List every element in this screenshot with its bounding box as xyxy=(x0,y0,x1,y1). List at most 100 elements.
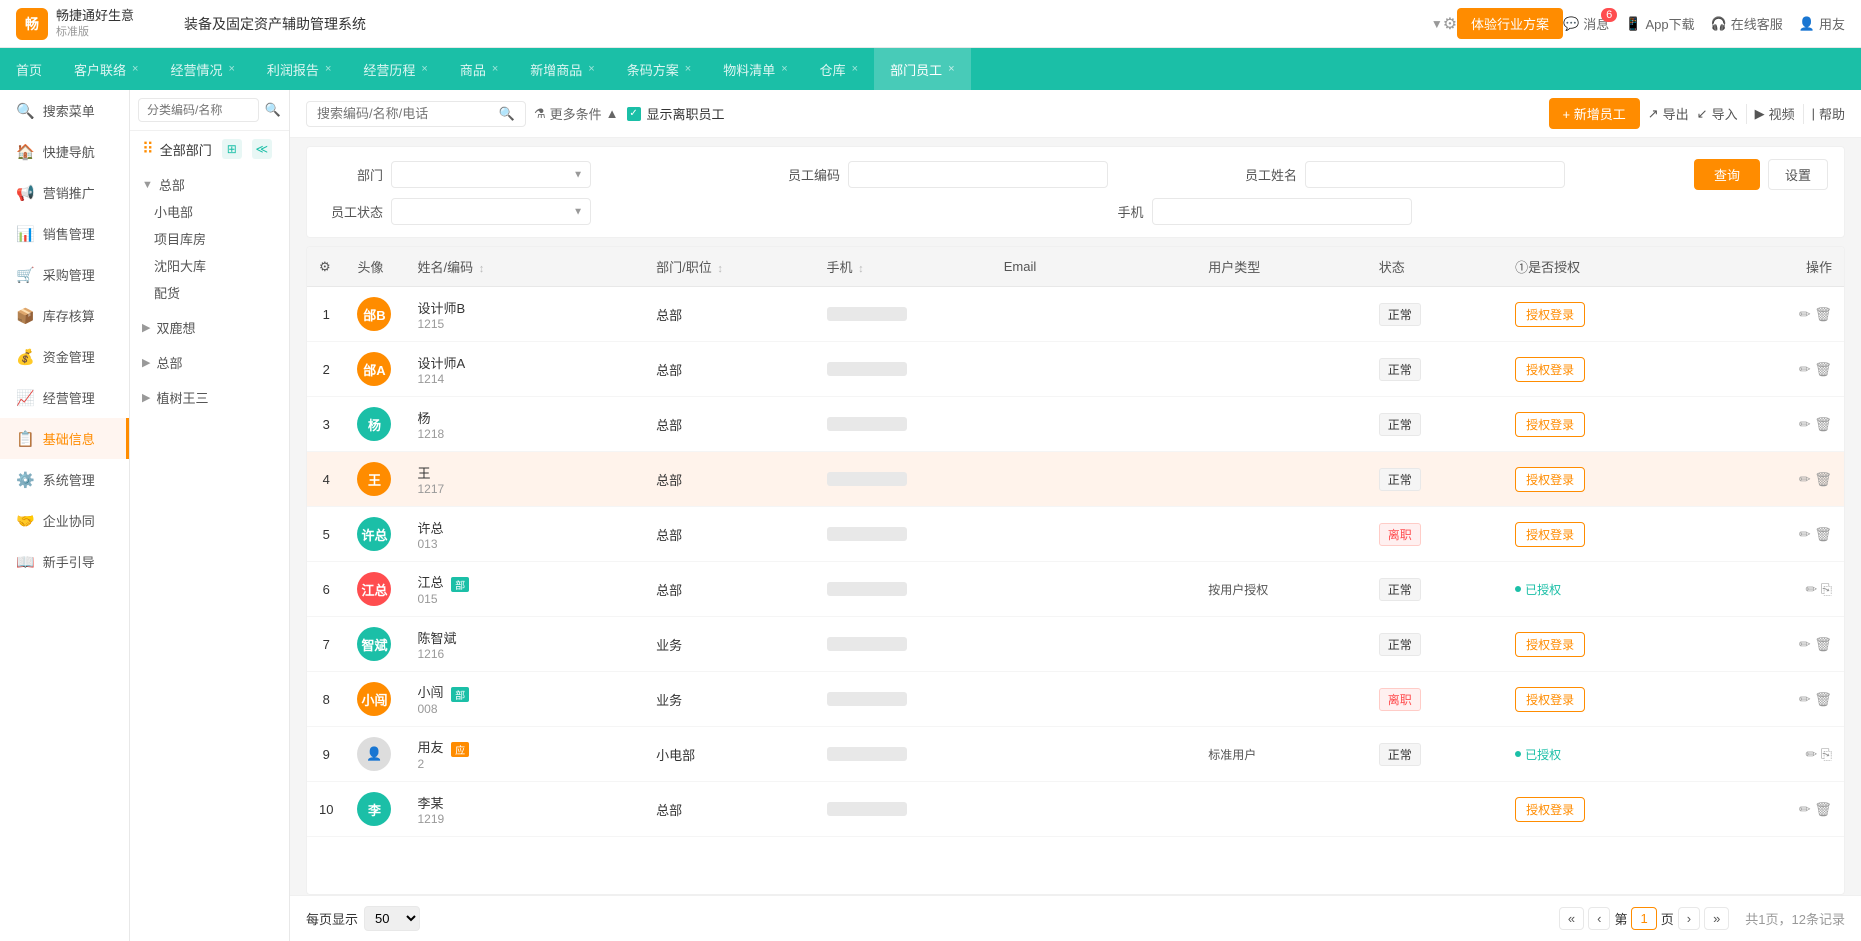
tab-new-goods[interactable]: 新增商品× xyxy=(514,48,610,90)
edit-icon[interactable]: ✏ xyxy=(1799,361,1811,377)
delete-icon[interactable]: 🗑 xyxy=(1814,361,1832,377)
sidebar-item-finance[interactable]: 💰 资金管理 xyxy=(0,336,129,377)
edit-icon[interactable]: ✏ xyxy=(1799,416,1811,432)
online-service-button[interactable]: 🎧 在线客服 xyxy=(1711,14,1783,33)
import-button[interactable]: ↙ 导入 xyxy=(1697,104,1738,123)
sidebar-item-search[interactable]: 🔍 搜索菜单 xyxy=(0,90,129,131)
close-goods-tab[interactable]: × xyxy=(492,63,498,75)
dept-group-slx-label[interactable]: ▶ 双鹿想 xyxy=(130,314,289,341)
col-dept[interactable]: 部门/职位 ↕ xyxy=(644,247,814,287)
copy-icon[interactable]: ⎘ xyxy=(1821,746,1832,762)
auth-login-btn[interactable]: 授权登录 xyxy=(1515,467,1585,492)
sidebar-item-home[interactable]: 🏠 快捷导航 xyxy=(0,131,129,172)
close-operation-tab[interactable]: × xyxy=(228,63,234,75)
delete-icon[interactable]: 🗑 xyxy=(1814,801,1832,817)
sidebar-item-sales[interactable]: 📊 销售管理 xyxy=(0,213,129,254)
dept-child-ph[interactable]: 配货 xyxy=(130,279,289,306)
sidebar-item-guide[interactable]: 📖 新手引导 xyxy=(0,541,129,582)
more-filter-btn[interactable]: ⚗ 更多条件 ▲ xyxy=(534,104,619,123)
col-settings[interactable]: ⚙ xyxy=(307,247,345,287)
sidebar-item-management[interactable]: 📈 经营管理 xyxy=(0,377,129,418)
delete-icon[interactable]: 🗑 xyxy=(1814,691,1832,707)
auth-login-btn[interactable]: 授权登录 xyxy=(1515,357,1585,382)
prev-page-btn[interactable]: ‹ xyxy=(1588,907,1610,930)
dept-group-zswz-label[interactable]: ▶ 植树王三 xyxy=(130,384,289,411)
dept-select[interactable] xyxy=(391,161,591,188)
delete-icon[interactable]: 🗑 xyxy=(1814,416,1832,432)
dept-collapse-btn[interactable]: ⊞ xyxy=(222,139,242,159)
tab-barcode[interactable]: 条码方案× xyxy=(611,48,707,90)
edit-icon[interactable]: ✏ xyxy=(1799,801,1811,817)
set-button[interactable]: 设置 xyxy=(1768,159,1828,190)
sidebar-item-purchase[interactable]: 🛒 采购管理 xyxy=(0,254,129,295)
auth-login-btn[interactable]: 授权登录 xyxy=(1515,522,1585,547)
app-download-button[interactable]: 📱 App下载 xyxy=(1625,14,1694,33)
tab-operation[interactable]: 经营情况× xyxy=(154,48,250,90)
edit-icon[interactable]: ✏ xyxy=(1799,526,1811,542)
col-phone[interactable]: 手机 ↕ xyxy=(815,247,992,287)
edit-icon[interactable]: ✏ xyxy=(1799,306,1811,322)
delete-icon[interactable]: 🗑 xyxy=(1814,306,1832,322)
user-menu-button[interactable]: 👤 用友 xyxy=(1799,14,1845,33)
resign-checkbox[interactable]: ✓ xyxy=(627,107,641,121)
sidebar-item-inventory[interactable]: 📦 库存核算 xyxy=(0,295,129,336)
next-page-btn[interactable]: › xyxy=(1678,907,1700,930)
delete-icon[interactable]: 🗑 xyxy=(1814,471,1832,487)
copy-icon[interactable]: ⎘ xyxy=(1821,581,1832,597)
trial-button[interactable]: 体验行业方案 xyxy=(1457,8,1563,39)
close-bom-tab[interactable]: × xyxy=(781,63,787,75)
dept-all-header[interactable]: ⠿ 全部部门 ⊞ ≪ xyxy=(130,131,289,167)
close-warehouse-tab[interactable]: × xyxy=(852,63,858,75)
close-profit-tab[interactable]: × xyxy=(325,63,331,75)
dept-search-icon[interactable]: 🔍 xyxy=(265,102,281,118)
dept-group-zb-label[interactable]: ▶ 总部 xyxy=(130,349,289,376)
system-title-dropdown[interactable]: ▼ xyxy=(1431,17,1443,31)
auth-login-btn[interactable]: 授权登录 xyxy=(1515,412,1585,437)
close-barcode-tab[interactable]: × xyxy=(685,63,691,75)
col-name[interactable]: 姓名/编码 ↕ xyxy=(405,247,644,287)
tab-history[interactable]: 经营历程× xyxy=(347,48,443,90)
sidebar-item-collab[interactable]: 🤝 企业协同 xyxy=(0,500,129,541)
tab-customer[interactable]: 客户联络× xyxy=(58,48,154,90)
last-page-btn[interactable]: » xyxy=(1704,907,1729,930)
edit-icon[interactable]: ✏ xyxy=(1805,581,1817,597)
status-select[interactable] xyxy=(391,198,591,225)
close-customer-tab[interactable]: × xyxy=(132,63,138,75)
gear-icon[interactable]: ⚙ xyxy=(1443,14,1457,34)
close-history-tab[interactable]: × xyxy=(421,63,427,75)
delete-icon[interactable]: 🗑 xyxy=(1814,526,1832,542)
help-button[interactable]: | 帮助 xyxy=(1812,104,1845,123)
dept-search-input[interactable] xyxy=(138,98,259,122)
auth-login-btn[interactable]: 授权登录 xyxy=(1515,302,1585,327)
message-button[interactable]: 💬 消息 6 xyxy=(1563,14,1609,33)
auth-login-btn[interactable]: 授权登录 xyxy=(1515,632,1585,657)
close-dept-tab[interactable]: × xyxy=(948,63,954,75)
tab-warehouse[interactable]: 仓库× xyxy=(804,48,874,90)
query-button[interactable]: 查询 xyxy=(1694,159,1760,190)
close-new-goods-tab[interactable]: × xyxy=(588,63,594,75)
tab-goods[interactable]: 商品× xyxy=(444,48,514,90)
auth-login-btn[interactable]: 授权登录 xyxy=(1515,797,1585,822)
dept-child-xdp[interactable]: 小电部 xyxy=(130,198,289,225)
dept-child-sydk[interactable]: 沈阳大库 xyxy=(130,252,289,279)
tab-home[interactable]: 首页 xyxy=(0,48,58,90)
phone-input[interactable] xyxy=(1152,198,1412,225)
edit-icon[interactable]: ✏ xyxy=(1799,636,1811,652)
export-button[interactable]: ↗ 导出 xyxy=(1648,104,1689,123)
view-button[interactable]: ▶ 视频 xyxy=(1755,104,1795,123)
sidebar-item-system[interactable]: ⚙️ 系统管理 xyxy=(0,459,129,500)
tab-department[interactable]: 部门员工× xyxy=(874,48,970,90)
emp-code-input[interactable] xyxy=(848,161,1108,188)
page-size-select[interactable]: 50 100 xyxy=(364,906,420,931)
search-icon[interactable]: 🔍 xyxy=(499,106,515,122)
edit-icon[interactable]: ✏ xyxy=(1805,746,1817,762)
edit-icon[interactable]: ✏ xyxy=(1799,471,1811,487)
sidebar-item-basic[interactable]: 📋 基础信息 xyxy=(0,418,129,459)
sidebar-item-marketing[interactable]: 📢 营销推广 xyxy=(0,172,129,213)
add-employee-button[interactable]: + 新增员工 xyxy=(1549,98,1640,129)
edit-icon[interactable]: ✏ xyxy=(1799,691,1811,707)
auth-login-btn[interactable]: 授权登录 xyxy=(1515,687,1585,712)
tab-profit[interactable]: 利润报告× xyxy=(251,48,347,90)
tab-bom[interactable]: 物料清单× xyxy=(707,48,803,90)
first-page-btn[interactable]: « xyxy=(1559,907,1584,930)
